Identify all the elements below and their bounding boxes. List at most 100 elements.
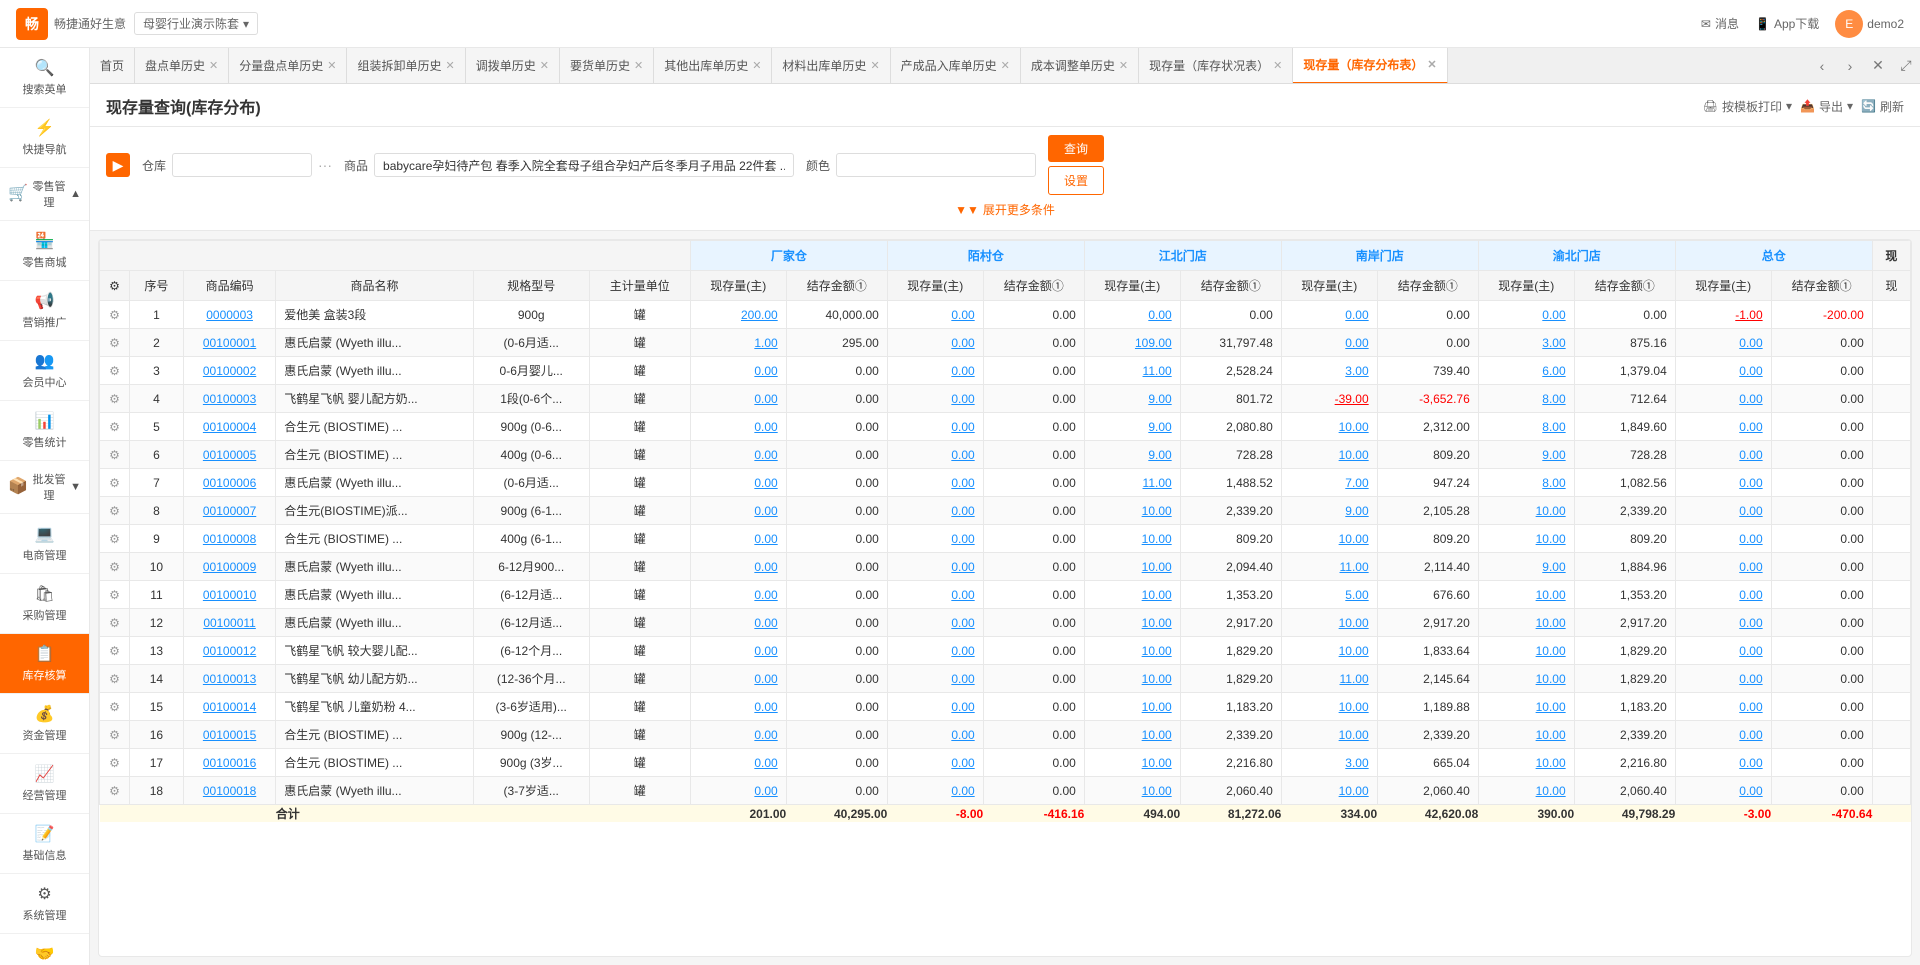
cell-nanan-qty[interactable]: 0.00 xyxy=(1281,301,1377,329)
tab-portion-check[interactable]: 分量盘点单历史 ✕ xyxy=(229,48,347,84)
cell-nanan-qty[interactable]: 11.00 xyxy=(1281,553,1377,581)
cell-settings[interactable]: ⚙ xyxy=(100,553,130,581)
tab-close-icon[interactable]: ✕ xyxy=(870,59,879,72)
cell-jiangbei-qty[interactable]: 10.00 xyxy=(1084,749,1180,777)
cell-settings[interactable]: ⚙ xyxy=(100,441,130,469)
cell-code[interactable]: 00100010 xyxy=(183,581,275,609)
cell-code[interactable]: 00100005 xyxy=(183,441,275,469)
cell-total-qty[interactable]: 0.00 xyxy=(1675,525,1771,553)
tab-close-icon[interactable]: ✕ xyxy=(752,59,761,72)
print-btn[interactable]: 🖨 按模板打印 ▾ xyxy=(1703,98,1792,115)
tab-close-icon[interactable]: ✕ xyxy=(540,59,549,72)
cell-factory-qty[interactable]: 0.00 xyxy=(690,581,786,609)
sidebar-item-basics[interactable]: 📝 基础信息 xyxy=(0,814,89,874)
tab-out-history[interactable]: 其他出库单历史 ✕ xyxy=(654,48,772,84)
tab-assembly[interactable]: 组装拆卸单历史 ✕ xyxy=(347,48,465,84)
sidebar-item-finance[interactable]: 💰 资金管理 xyxy=(0,694,89,754)
dots-icon[interactable]: ··· xyxy=(318,157,332,173)
sidebar-item-member[interactable]: 👥 会员中心 xyxy=(0,341,89,401)
cell-total-qty[interactable]: 0.00 xyxy=(1675,777,1771,805)
cell-code[interactable]: 00100013 xyxy=(183,665,275,693)
sidebar-item-shortcut[interactable]: ⚡ 快捷导航 xyxy=(0,108,89,168)
cell-code[interactable]: 00100001 xyxy=(183,329,275,357)
cell-yubei-qty[interactable]: 10.00 xyxy=(1478,637,1574,665)
cell-total-qty[interactable]: 0.00 xyxy=(1675,553,1771,581)
cell-total-qty[interactable]: 0.00 xyxy=(1675,329,1771,357)
cell-nanan-qty[interactable]: 9.00 xyxy=(1281,497,1377,525)
cell-mucun-qty[interactable]: 0.00 xyxy=(887,665,983,693)
cell-code[interactable]: 00100016 xyxy=(183,749,275,777)
cell-nanan-qty[interactable]: 10.00 xyxy=(1281,441,1377,469)
cell-mucun-qty[interactable]: 0.00 xyxy=(887,693,983,721)
cell-total-qty[interactable]: 0.00 xyxy=(1675,413,1771,441)
industry-selector[interactable]: 母婴行业演示陈套 ▾ xyxy=(134,12,258,35)
cell-total-qty[interactable]: 0.00 xyxy=(1675,385,1771,413)
cell-nanan-qty[interactable]: 10.00 xyxy=(1281,413,1377,441)
cell-jiangbei-qty[interactable]: 11.00 xyxy=(1084,469,1180,497)
cell-jiangbei-qty[interactable]: 109.00 xyxy=(1084,329,1180,357)
cell-factory-qty[interactable]: 0.00 xyxy=(690,665,786,693)
cell-factory-qty[interactable]: 0.00 xyxy=(690,777,786,805)
cell-total-qty[interactable]: 0.00 xyxy=(1675,469,1771,497)
cell-total-qty[interactable]: 0.00 xyxy=(1675,441,1771,469)
tab-close-icon[interactable]: ✕ xyxy=(1273,59,1282,72)
cell-nanan-qty[interactable]: 5.00 xyxy=(1281,581,1377,609)
cell-nanan-qty[interactable]: 10.00 xyxy=(1281,777,1377,805)
cell-mucun-qty[interactable]: 0.00 xyxy=(887,553,983,581)
message-btn[interactable]: ✉ 消息 xyxy=(1701,15,1739,32)
cell-nanan-qty[interactable]: 3.00 xyxy=(1281,357,1377,385)
cell-total-qty[interactable]: 0.00 xyxy=(1675,693,1771,721)
sidebar-item-enterprise[interactable]: 🤝 企业协同 xyxy=(0,934,89,965)
cell-jiangbei-qty[interactable]: 9.00 xyxy=(1084,385,1180,413)
cell-code[interactable]: 00100012 xyxy=(183,637,275,665)
cell-factory-qty[interactable]: 0.00 xyxy=(690,609,786,637)
cell-yubei-qty[interactable]: 10.00 xyxy=(1478,609,1574,637)
cell-factory-qty[interactable]: 0.00 xyxy=(690,497,786,525)
cell-nanan-qty[interactable]: 10.00 xyxy=(1281,693,1377,721)
tab-close-icon[interactable]: ✕ xyxy=(634,59,643,72)
cell-settings[interactable]: ⚙ xyxy=(100,749,130,777)
setting-button[interactable]: 设置 xyxy=(1048,166,1104,195)
sidebar-item-inventory[interactable]: 📋 库存核算 xyxy=(0,634,89,694)
cell-jiangbei-qty[interactable]: 10.00 xyxy=(1084,721,1180,749)
sidebar-item-search[interactable]: 🔍 搜索英单 xyxy=(0,48,89,108)
cell-jiangbei-qty[interactable]: 10.00 xyxy=(1084,665,1180,693)
cell-total-qty[interactable]: 0.00 xyxy=(1675,357,1771,385)
cell-jiangbei-qty[interactable]: 9.00 xyxy=(1084,441,1180,469)
tab-close-icon[interactable]: ✕ xyxy=(209,59,218,72)
cell-yubei-qty[interactable]: 9.00 xyxy=(1478,441,1574,469)
tab-close-icon[interactable]: ✕ xyxy=(1001,59,1010,72)
sidebar-item-wholesale[interactable]: 📦 批发管理 ▼ xyxy=(0,461,89,514)
cell-factory-qty[interactable]: 0.00 xyxy=(690,413,786,441)
cell-settings[interactable]: ⚙ xyxy=(100,329,130,357)
tab-close-icon[interactable]: ✕ xyxy=(1427,58,1436,71)
cell-nanan-qty[interactable]: 11.00 xyxy=(1281,665,1377,693)
tab-material-out[interactable]: 材料出库单历史 ✕ xyxy=(772,48,890,84)
app-download-btn[interactable]: 📱 App下载 xyxy=(1755,15,1819,32)
cell-mucun-qty[interactable]: 0.00 xyxy=(887,581,983,609)
cell-jiangbei-qty[interactable]: 10.00 xyxy=(1084,637,1180,665)
tab-next-btn[interactable]: › xyxy=(1836,52,1864,80)
tab-stock-check[interactable]: 盘点单历史 ✕ xyxy=(135,48,229,84)
cell-code[interactable]: 00100009 xyxy=(183,553,275,581)
cell-nanan-qty[interactable]: 7.00 xyxy=(1281,469,1377,497)
cell-jiangbei-qty[interactable]: 10.00 xyxy=(1084,581,1180,609)
cell-factory-qty[interactable]: 0.00 xyxy=(690,357,786,385)
cell-yubei-qty[interactable]: 10.00 xyxy=(1478,665,1574,693)
cell-code[interactable]: 00100007 xyxy=(183,497,275,525)
cell-settings[interactable]: ⚙ xyxy=(100,357,130,385)
tab-stock-dist[interactable]: 现存量（库存分布表） ✕ xyxy=(1293,48,1447,84)
cell-mucun-qty[interactable]: 0.00 xyxy=(887,329,983,357)
cell-settings[interactable]: ⚙ xyxy=(100,385,130,413)
cell-nanan-qty[interactable]: -39.00 xyxy=(1281,385,1377,413)
cell-mucun-qty[interactable]: 0.00 xyxy=(887,413,983,441)
cell-jiangbei-qty[interactable]: 10.00 xyxy=(1084,525,1180,553)
cell-nanan-qty[interactable]: 10.00 xyxy=(1281,637,1377,665)
sidebar-item-retail-shop[interactable]: 🏪 零售商城 xyxy=(0,221,89,281)
cell-mucun-qty[interactable]: 0.00 xyxy=(887,721,983,749)
cell-mucun-qty[interactable]: 0.00 xyxy=(887,609,983,637)
cell-jiangbei-qty[interactable]: 10.00 xyxy=(1084,497,1180,525)
tab-product-in[interactable]: 产成品入库单历史 ✕ xyxy=(891,48,1021,84)
export-btn[interactable]: 📤 导出 ▾ xyxy=(1800,98,1853,115)
cell-code[interactable]: 00100002 xyxy=(183,357,275,385)
